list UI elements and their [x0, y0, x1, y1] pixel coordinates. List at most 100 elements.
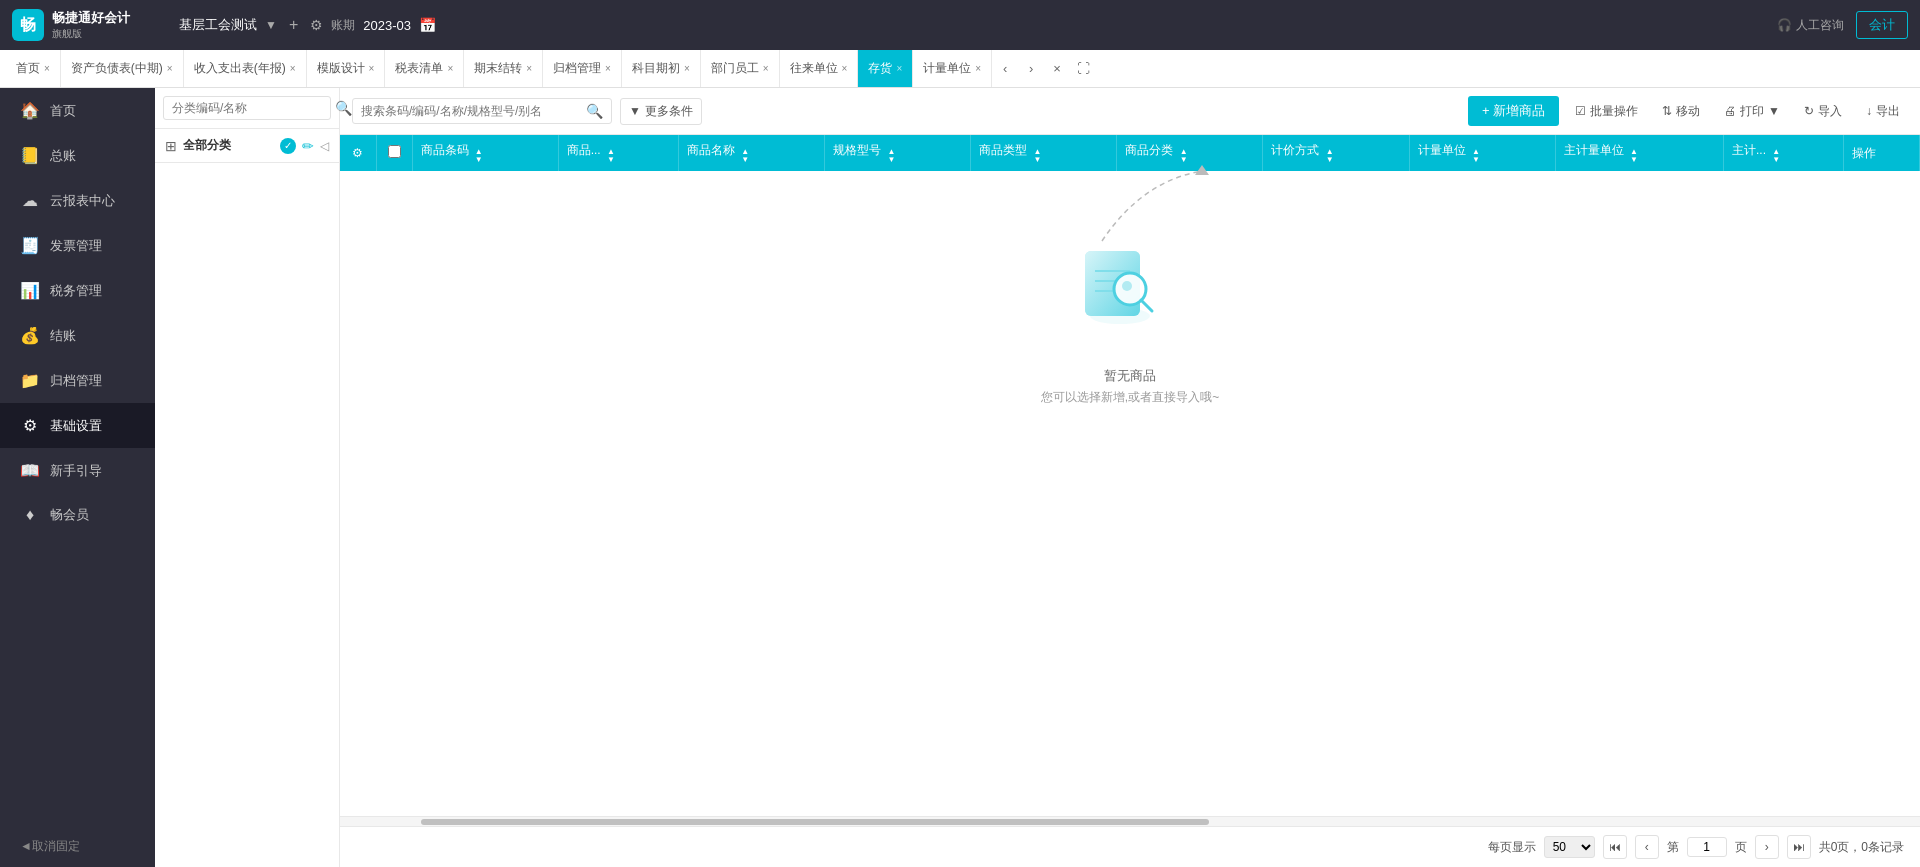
empty-subtitle: 您可以选择新增,或者直接导入哦~: [1041, 389, 1219, 406]
tab-department[interactable]: 部门员工 ×: [701, 50, 780, 88]
select-all-checkbox[interactable]: [388, 145, 401, 158]
filter-icon: ▼: [629, 104, 641, 118]
sidebar-item-settings[interactable]: ⚙ 基础设置: [0, 403, 155, 448]
tab-close-icon[interactable]: ×: [842, 63, 848, 74]
tab-period-end[interactable]: 期末结转 ×: [464, 50, 543, 88]
account-button[interactable]: 会计: [1856, 11, 1908, 39]
tab-inventory[interactable]: 存货 ×: [858, 50, 913, 88]
col-barcode[interactable]: 商品条码 ▲▼: [412, 135, 558, 171]
sidebar-item-invoice[interactable]: 🧾 发票管理: [0, 223, 155, 268]
tab-prev-button[interactable]: ‹: [992, 50, 1018, 88]
tab-close-icon[interactable]: ×: [605, 63, 611, 74]
sort-icon: ▲▼: [887, 148, 895, 164]
move-label: 移动: [1676, 103, 1700, 120]
col-settings[interactable]: ⚙: [340, 135, 376, 171]
tab-close-icon[interactable]: ×: [369, 63, 375, 74]
first-page-button[interactable]: ⏮: [1603, 835, 1627, 859]
empty-state: 暂无商品 您可以选择新增,或者直接导入哦~: [340, 171, 1920, 466]
tab-next-button[interactable]: ›: [1018, 50, 1044, 88]
tab-close-icon[interactable]: ×: [290, 63, 296, 74]
tab-close-icon[interactable]: ×: [167, 63, 173, 74]
tab-label: 归档管理: [553, 60, 601, 77]
col-checkbox[interactable]: [376, 135, 412, 171]
batch-operation-button[interactable]: ☑ 批量操作: [1567, 99, 1646, 124]
tab-close-icon[interactable]: ×: [975, 63, 981, 74]
sidebar-item-archive[interactable]: 📁 归档管理: [0, 358, 155, 403]
add-product-button[interactable]: + 新增商品: [1468, 96, 1559, 126]
col-main-count[interactable]: 主计... ▲▼: [1723, 135, 1843, 171]
settlement-icon: 💰: [20, 326, 40, 345]
tab-close-icon[interactable]: ×: [896, 63, 902, 74]
filter-button[interactable]: ▼ 更多条件: [620, 98, 702, 125]
sidebar-item-settlement[interactable]: 💰 结账: [0, 313, 155, 358]
unpin-button[interactable]: ◄取消固定: [0, 826, 155, 867]
last-page-button[interactable]: ⏭: [1787, 835, 1811, 859]
sidebar-item-guide[interactable]: 📖 新手引导: [0, 448, 155, 493]
search-area: 🔍: [352, 98, 612, 124]
tab-label: 往来单位: [790, 60, 838, 77]
tab-homepage[interactable]: 首页 ×: [6, 50, 61, 88]
company-dropdown-icon[interactable]: ▼: [265, 18, 277, 32]
sidebar-item-home[interactable]: 🏠 首页: [0, 88, 155, 133]
horizontal-scrollbar[interactable]: [340, 816, 1920, 826]
search-input[interactable]: [361, 104, 582, 118]
sidebar-item-tax[interactable]: 📊 税务管理: [0, 268, 155, 313]
tab-subject-init[interactable]: 科目期初 ×: [622, 50, 701, 88]
tab-close-all-button[interactable]: ×: [1044, 50, 1070, 88]
calendar-icon[interactable]: 📅: [419, 17, 436, 33]
search-icon[interactable]: 🔍: [586, 103, 603, 119]
col-name[interactable]: 商品名称 ▲▼: [678, 135, 824, 171]
sidebar-item-label: 总账: [50, 147, 76, 165]
sidebar-item-label: 税务管理: [50, 282, 102, 300]
col-unit[interactable]: 计量单位 ▲▼: [1409, 135, 1555, 171]
tab-expand-button[interactable]: ⛶: [1070, 50, 1096, 88]
period-value: 2023-03: [363, 18, 411, 33]
scroll-thumb[interactable]: [421, 819, 1209, 825]
service-button[interactable]: 🎧 人工咨询: [1777, 17, 1844, 34]
tab-template[interactable]: 模版设计 ×: [307, 50, 386, 88]
next-page-button[interactable]: ›: [1755, 835, 1779, 859]
table-wrap: ⚙ 商品条码 ▲▼ 商品... ▲▼: [340, 135, 1920, 816]
export-button[interactable]: ↓ 导出: [1858, 99, 1908, 124]
tab-income-statement[interactable]: 收入支出表(年报) ×: [184, 50, 307, 88]
tab-archive[interactable]: 归档管理 ×: [543, 50, 622, 88]
tab-close-icon[interactable]: ×: [447, 63, 453, 74]
class-edit-icon[interactable]: ✏: [302, 138, 314, 154]
current-page-input[interactable]: [1687, 837, 1727, 857]
col-main-unit[interactable]: 主计量单位 ▲▼: [1555, 135, 1723, 171]
print-button[interactable]: 🖨 打印 ▼: [1716, 99, 1788, 124]
tab-measure-unit[interactable]: 计量单位 ×: [913, 50, 992, 88]
move-button[interactable]: ⇅ 移动: [1654, 99, 1708, 124]
sidebar-item-ledger[interactable]: 📒 总账: [0, 133, 155, 178]
sidebar-item-member[interactable]: ♦ 畅会员: [0, 493, 155, 537]
service-label: 人工咨询: [1796, 17, 1844, 34]
col-spec[interactable]: 规格型号 ▲▼: [825, 135, 971, 171]
import-button[interactable]: ↻ 导入: [1796, 99, 1850, 124]
page-of-label: 页: [1735, 839, 1747, 856]
col-pricing[interactable]: 计价方式 ▲▼: [1263, 135, 1409, 171]
tab-label: 首页: [16, 60, 40, 77]
tab-close-icon[interactable]: ×: [526, 63, 532, 74]
class-check-icon: ✓: [280, 138, 296, 154]
arrow-dashed-svg: [1082, 161, 1242, 261]
col-code[interactable]: 商品... ▲▼: [558, 135, 678, 171]
tab-balance-sheet[interactable]: 资产负债表(中期) ×: [61, 50, 184, 88]
settings-icon[interactable]: ⚙: [310, 17, 323, 33]
sidebar-item-reports[interactable]: ☁ 云报表中心: [0, 178, 155, 223]
tab-close-icon[interactable]: ×: [684, 63, 690, 74]
tab-contacts[interactable]: 往来单位 ×: [780, 50, 859, 88]
col-actions: 操作: [1844, 135, 1920, 171]
prev-page-button[interactable]: ‹: [1635, 835, 1659, 859]
tab-close-icon[interactable]: ×: [44, 63, 50, 74]
page-size-select[interactable]: 50 10 20 100: [1544, 836, 1595, 858]
add-tab-button[interactable]: +: [285, 16, 302, 34]
tab-tax[interactable]: 税表清单 ×: [385, 50, 464, 88]
tab-close-icon[interactable]: ×: [763, 63, 769, 74]
sidebar-item-label: 首页: [50, 102, 76, 120]
sidebar-item-label: 发票管理: [50, 237, 102, 255]
class-search-input[interactable]: [163, 96, 331, 120]
archive-icon: 📁: [20, 371, 40, 390]
page-size-label: 每页显示: [1488, 839, 1536, 856]
class-collapse-icon[interactable]: ◁: [320, 139, 329, 153]
company-name: 基层工会测试: [179, 16, 257, 34]
